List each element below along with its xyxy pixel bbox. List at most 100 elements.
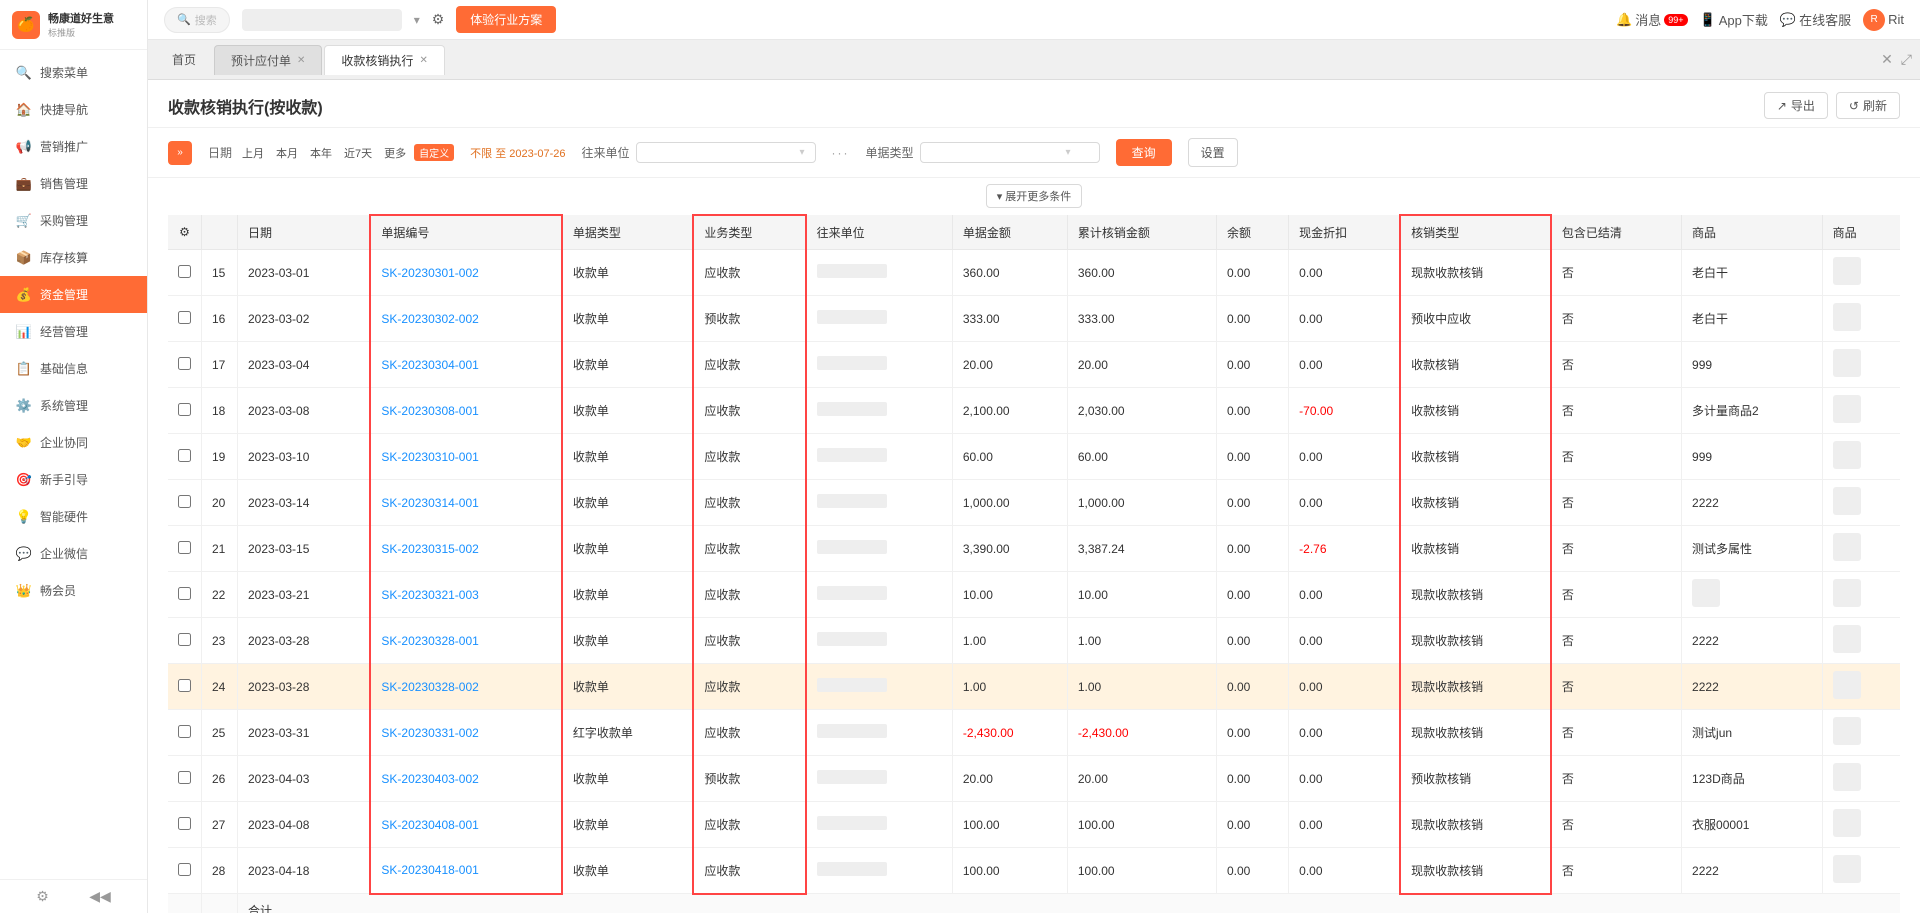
td-singleno[interactable]: SK-20230302-002 — [370, 296, 561, 342]
sidebar-item-base[interactable]: 📋基础信息 — [0, 350, 147, 387]
sidebar-item-quicknav[interactable]: 🏠快捷导航 — [0, 91, 147, 128]
partner-input[interactable]: ▾ — [636, 142, 816, 163]
solution-btn[interactable]: 体验行业方案 — [456, 6, 556, 33]
td-rowcheck[interactable] — [168, 710, 202, 756]
row-checkbox[interactable] — [178, 679, 191, 692]
online-service-btn[interactable]: 💬 在线客服 — [1780, 10, 1851, 29]
date-btn-thismonth[interactable]: 本月 — [272, 143, 302, 163]
filter-toggle-btn[interactable]: » — [168, 141, 192, 165]
row-checkbox[interactable] — [178, 357, 191, 370]
voucher-type-select[interactable]: ▾ — [920, 142, 1100, 163]
singleno-link[interactable]: SK-20230328-001 — [381, 634, 478, 648]
tab-close-all[interactable]: ✕ — [1881, 51, 1893, 68]
td-singleno[interactable]: SK-20230314-001 — [370, 480, 561, 526]
tab-collection[interactable]: 收款核销执行 ✕ — [324, 45, 444, 75]
singleno-link[interactable]: SK-20230418-001 — [381, 863, 478, 877]
topbar-settings-icon[interactable]: ⚙ — [432, 11, 445, 28]
td-singleno[interactable]: SK-20230321-003 — [370, 572, 561, 618]
singleno-link[interactable]: SK-20230315-002 — [381, 542, 478, 556]
tab-pending-close[interactable]: ✕ — [297, 55, 305, 66]
singleno-link[interactable]: SK-20230321-003 — [381, 588, 478, 602]
singleno-link[interactable]: SK-20230301-002 — [381, 266, 478, 280]
td-singleno[interactable]: SK-20230301-002 — [370, 250, 561, 296]
date-btn-7days[interactable]: 近7天 — [340, 143, 376, 163]
th-includeclear[interactable]: 包含已结清 — [1551, 215, 1682, 250]
tab-pending[interactable]: 预计应付单 ✕ — [214, 45, 322, 75]
export-btn[interactable]: ↗ 导出 — [1764, 92, 1828, 119]
sidebar-item-inventory[interactable]: 📦库存核算 — [0, 239, 147, 276]
collapse-icon[interactable]: ◀◀ — [89, 888, 111, 905]
messages-btn[interactable]: 🔔 消息 99+ — [1616, 10, 1687, 29]
sidebar-item-member[interactable]: 👑畅会员 — [0, 572, 147, 609]
td-rowcheck[interactable] — [168, 296, 202, 342]
row-checkbox[interactable] — [178, 541, 191, 554]
td-rowcheck[interactable] — [168, 526, 202, 572]
tab-maximize[interactable]: ⤢ — [1901, 51, 1912, 68]
row-checkbox[interactable] — [178, 495, 191, 508]
row-checkbox[interactable] — [178, 771, 191, 784]
th-biztype[interactable]: 业务类型 — [693, 215, 805, 250]
td-rowcheck[interactable] — [168, 756, 202, 802]
sidebar-item-marketing[interactable]: 📢营销推广 — [0, 128, 147, 165]
query-btn[interactable]: 查询 — [1116, 139, 1172, 166]
row-checkbox[interactable] — [178, 817, 191, 830]
td-rowcheck[interactable] — [168, 802, 202, 848]
singleno-link[interactable]: SK-20230310-001 — [381, 450, 478, 464]
sidebar-item-search[interactable]: 🔍搜索菜单 — [0, 54, 147, 91]
sidebar-item-system[interactable]: ⚙️系统管理 — [0, 387, 147, 424]
sidebar-item-wechat[interactable]: 💬企业微信 — [0, 535, 147, 572]
row-checkbox[interactable] — [178, 587, 191, 600]
td-singleno[interactable]: SK-20230304-001 — [370, 342, 561, 388]
singleno-link[interactable]: SK-20230314-001 — [381, 496, 478, 510]
search-box[interactable]: 🔍 搜索 — [164, 7, 230, 33]
singleno-link[interactable]: SK-20230328-002 — [381, 680, 478, 694]
row-checkbox[interactable] — [178, 311, 191, 324]
singleno-link[interactable]: SK-20230308-001 — [381, 404, 478, 418]
row-checkbox[interactable] — [178, 403, 191, 416]
col-settings-icon[interactable]: ⚙ — [179, 225, 190, 239]
th-partner[interactable]: 往来单位 — [806, 215, 953, 250]
td-rowcheck[interactable] — [168, 618, 202, 664]
td-rowcheck[interactable] — [168, 250, 202, 296]
row-checkbox[interactable] — [178, 265, 191, 278]
row-checkbox[interactable] — [178, 863, 191, 876]
th-verifyamt[interactable]: 累计核销金额 — [1067, 215, 1216, 250]
sidebar-item-guide[interactable]: 🎯新手引导 — [0, 461, 147, 498]
td-singleno[interactable]: SK-20230328-002 — [370, 664, 561, 710]
singleno-link[interactable]: SK-20230304-001 — [381, 358, 478, 372]
singleno-link[interactable]: SK-20230302-002 — [381, 312, 478, 326]
sidebar-item-operations[interactable]: 📊经营管理 — [0, 313, 147, 350]
td-singleno[interactable]: SK-20230418-001 — [370, 848, 561, 894]
td-rowcheck[interactable] — [168, 342, 202, 388]
th-amount[interactable]: 单据金额 — [952, 215, 1067, 250]
singleno-link[interactable]: SK-20230408-001 — [381, 818, 478, 832]
sidebar-item-sales[interactable]: 💼销售管理 — [0, 165, 147, 202]
date-btn-more[interactable]: 更多 — [380, 143, 410, 163]
td-singleno[interactable]: SK-20230315-002 — [370, 526, 561, 572]
td-rowcheck[interactable] — [168, 388, 202, 434]
expand-btn[interactable]: ▾ 展开更多条件 — [986, 184, 1083, 208]
td-rowcheck[interactable] — [168, 572, 202, 618]
th-singletype[interactable]: 单据类型 — [562, 215, 694, 250]
tab-home[interactable]: 首页 — [156, 45, 212, 74]
date-btn-lastmonth[interactable]: 上月 — [238, 143, 268, 163]
td-singleno[interactable]: SK-20230308-001 — [370, 388, 561, 434]
td-rowcheck[interactable] — [168, 664, 202, 710]
refresh-btn[interactable]: ↺ 刷新 — [1836, 92, 1900, 119]
user-avatar[interactable]: R Rit — [1863, 9, 1904, 31]
td-singleno[interactable]: SK-20230328-001 — [370, 618, 561, 664]
sidebar-item-purchase[interactable]: 🛒采购管理 — [0, 202, 147, 239]
td-singleno[interactable]: SK-20230331-002 — [370, 710, 561, 756]
app-download-btn[interactable]: 📱 App下载 — [1700, 10, 1768, 29]
date-btn-custom[interactable]: 自定义 — [414, 144, 454, 161]
td-singleno[interactable]: SK-20230310-001 — [370, 434, 561, 480]
row-checkbox[interactable] — [178, 633, 191, 646]
th-verifytype[interactable]: 核销类型 — [1400, 215, 1551, 250]
td-rowcheck[interactable] — [168, 434, 202, 480]
settings-icon[interactable]: ⚙ — [36, 888, 49, 905]
td-rowcheck[interactable] — [168, 848, 202, 894]
sidebar-item-finance[interactable]: 💰资金管理 — [0, 276, 147, 313]
row-checkbox[interactable] — [178, 725, 191, 738]
th-goods2[interactable]: 商品 — [1822, 215, 1900, 250]
th-singleno[interactable]: 单据编号 — [370, 215, 561, 250]
